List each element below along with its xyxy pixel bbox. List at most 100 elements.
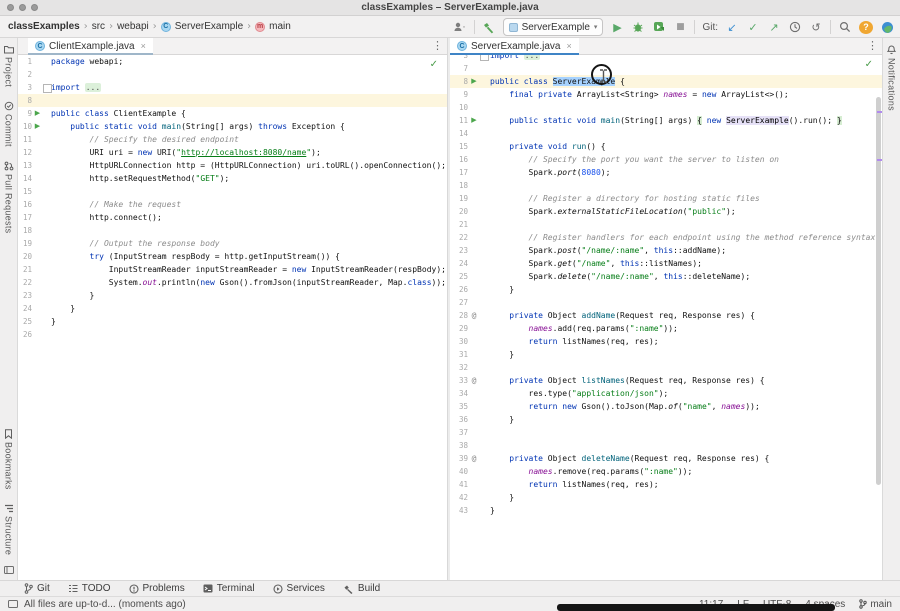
line-number[interactable]: 16 [450,153,468,166]
code-line[interactable]: 38 [450,439,882,452]
line-number[interactable]: 1 [18,55,32,68]
debug-button[interactable] [631,18,645,36]
code-line[interactable]: 14 http.setRequestMethod("GET"); [18,172,447,185]
layout-icon[interactable] [8,600,18,608]
code-line[interactable]: 26 } [450,283,882,296]
code-line[interactable]: 32 [450,361,882,374]
scrollbar-thumb[interactable] [876,97,881,485]
error-stripe-mark[interactable] [877,159,882,161]
line-number[interactable]: 18 [18,224,32,237]
line-number[interactable]: 10 [18,120,32,133]
code-line[interactable]: 36 } [450,413,882,426]
code-line[interactable]: 11 // Specify the desired endpoint [18,133,447,146]
breadcrumb-class[interactable]: ServerExample [175,21,243,32]
vcs-sync-status[interactable]: All files are up-to-d... (moments ago) [24,599,186,610]
run-gutter-icon[interactable]: ▶ [468,114,480,127]
code-line[interactable]: 18 [450,179,882,192]
line-number[interactable]: 29 [450,322,468,335]
git-commit-button[interactable]: ✓ [746,18,760,36]
code-line[interactable]: 18 [18,224,447,237]
sidebar-item-commit[interactable]: Commit [4,94,14,154]
code-line[interactable]: 8▶public class ServerExample { [450,75,882,88]
fold-icon[interactable]: + [43,81,51,94]
code-line[interactable]: 25 Spark.delete("/name/:name", this::del… [450,270,882,283]
line-number[interactable]: 11 [450,114,468,127]
line-number[interactable]: 19 [18,237,32,250]
line-number[interactable]: 10 [450,101,468,114]
line-number[interactable]: 13 [18,159,32,172]
code-line[interactable]: 33@ private Object listNames(Request req… [450,374,882,387]
code-line[interactable]: 23 Spark.post("/name/:name", this::addNa… [450,244,882,257]
line-number[interactable]: 15 [18,185,32,198]
code-line[interactable]: 19 // Output the response body [18,237,447,250]
line-number[interactable]: 15 [450,140,468,153]
code-line[interactable]: 10 [450,101,882,114]
toolwindow-todo[interactable]: TODO [68,583,111,594]
line-number[interactable]: 3 [18,81,32,94]
history-clock-icon[interactable] [788,18,802,36]
tool-window-toggle-icon[interactable] [4,562,14,580]
code-line[interactable]: 28@ private Object addName(Request req, … [450,309,882,322]
code-line[interactable]: 14 [450,127,882,140]
code-line[interactable]: 29 names.add(req.params(":name")); [450,322,882,335]
code-line[interactable]: 17 http.connect(); [18,211,447,224]
sidebar-item-pull-requests[interactable]: Pull Requests [4,154,14,240]
fold-icon[interactable]: + [480,55,490,62]
line-number[interactable]: 17 [450,166,468,179]
code-line[interactable]: 39@ private Object deleteName(Request re… [450,452,882,465]
code-line[interactable]: 17 Spark.port(8080); [450,166,882,179]
code-line[interactable]: 23 } [18,289,447,302]
code-line[interactable]: 40 names.remove(req.params(":name")); [450,465,882,478]
git-push-button[interactable]: ↗ [767,18,781,36]
line-number[interactable]: 26 [18,328,32,341]
line-number[interactable]: 2 [18,68,32,81]
line-number[interactable]: 39 [450,452,468,465]
breadcrumb-webapi[interactable]: webapi [117,21,149,32]
tab-options-icon[interactable]: ⋮ [432,39,443,52]
line-number[interactable]: 14 [18,172,32,185]
code-line[interactable]: 1package webapi; [18,55,447,68]
line-number[interactable]: 22 [450,231,468,244]
line-number[interactable]: 41 [450,478,468,491]
run-gutter-icon[interactable]: ▶ [32,120,43,133]
code-line[interactable]: 15 private void run() { [450,140,882,153]
code-line[interactable]: 16 // Specify the port you want the serv… [450,153,882,166]
code-line[interactable]: 34 res.type("application/json"); [450,387,882,400]
toolwindow-terminal[interactable]: Terminal [203,583,255,594]
line-number[interactable]: 25 [450,270,468,283]
run-button[interactable]: ▶ [610,18,624,36]
code-line[interactable]: 16 // Make the request [18,198,447,211]
update-badge-icon[interactable]: ? [859,21,873,34]
line-number[interactable]: 20 [450,205,468,218]
line-number[interactable]: 20 [18,250,32,263]
code-line[interactable]: 12 URI uri = new URI("http://localhost:8… [18,146,447,159]
tab-options-icon[interactable]: ⋮ [867,39,878,52]
line-number[interactable]: 11 [18,133,32,146]
breadcrumb-project[interactable]: classExamples [8,21,80,32]
line-number[interactable]: 35 [450,400,468,413]
code-line[interactable]: 21 InputStreamReader inputStreamReader =… [18,263,447,276]
line-number[interactable]: 31 [450,348,468,361]
line-number[interactable]: 18 [450,179,468,192]
code-line[interactable]: 25} [18,315,447,328]
line-number[interactable]: 27 [450,296,468,309]
code-line[interactable]: 20 try (InputStream respBody = http.getI… [18,250,447,263]
git-update-button[interactable]: ↙ [725,18,739,36]
line-number[interactable]: 9 [450,88,468,101]
build-hammer-icon[interactable] [482,18,496,36]
code-line[interactable]: 9▶public class ClientExample { [18,107,447,120]
search-everywhere-icon[interactable] [838,18,852,36]
code-line[interactable]: 3+import ... [18,81,447,94]
code-line[interactable]: 24 Spark.get("/name", this::listNames); [450,257,882,270]
error-stripe-mark[interactable] [877,111,882,113]
code-line[interactable]: 42 } [450,491,882,504]
toolwindow-git[interactable]: Git [24,583,50,594]
line-number[interactable]: 19 [450,192,468,205]
code-line[interactable]: 27 [450,296,882,309]
code-line[interactable]: 35 return new Gson().toJson(Map.of("name… [450,400,882,413]
sidebar-item-bookmarks[interactable]: Bookmarks [4,422,14,497]
inspection-ok-icon[interactable]: ✓ [430,59,438,70]
run-gutter-icon[interactable]: ▶ [32,107,43,120]
toolwindow-problems[interactable]: Problems [129,583,185,594]
line-number[interactable]: 34 [450,387,468,400]
